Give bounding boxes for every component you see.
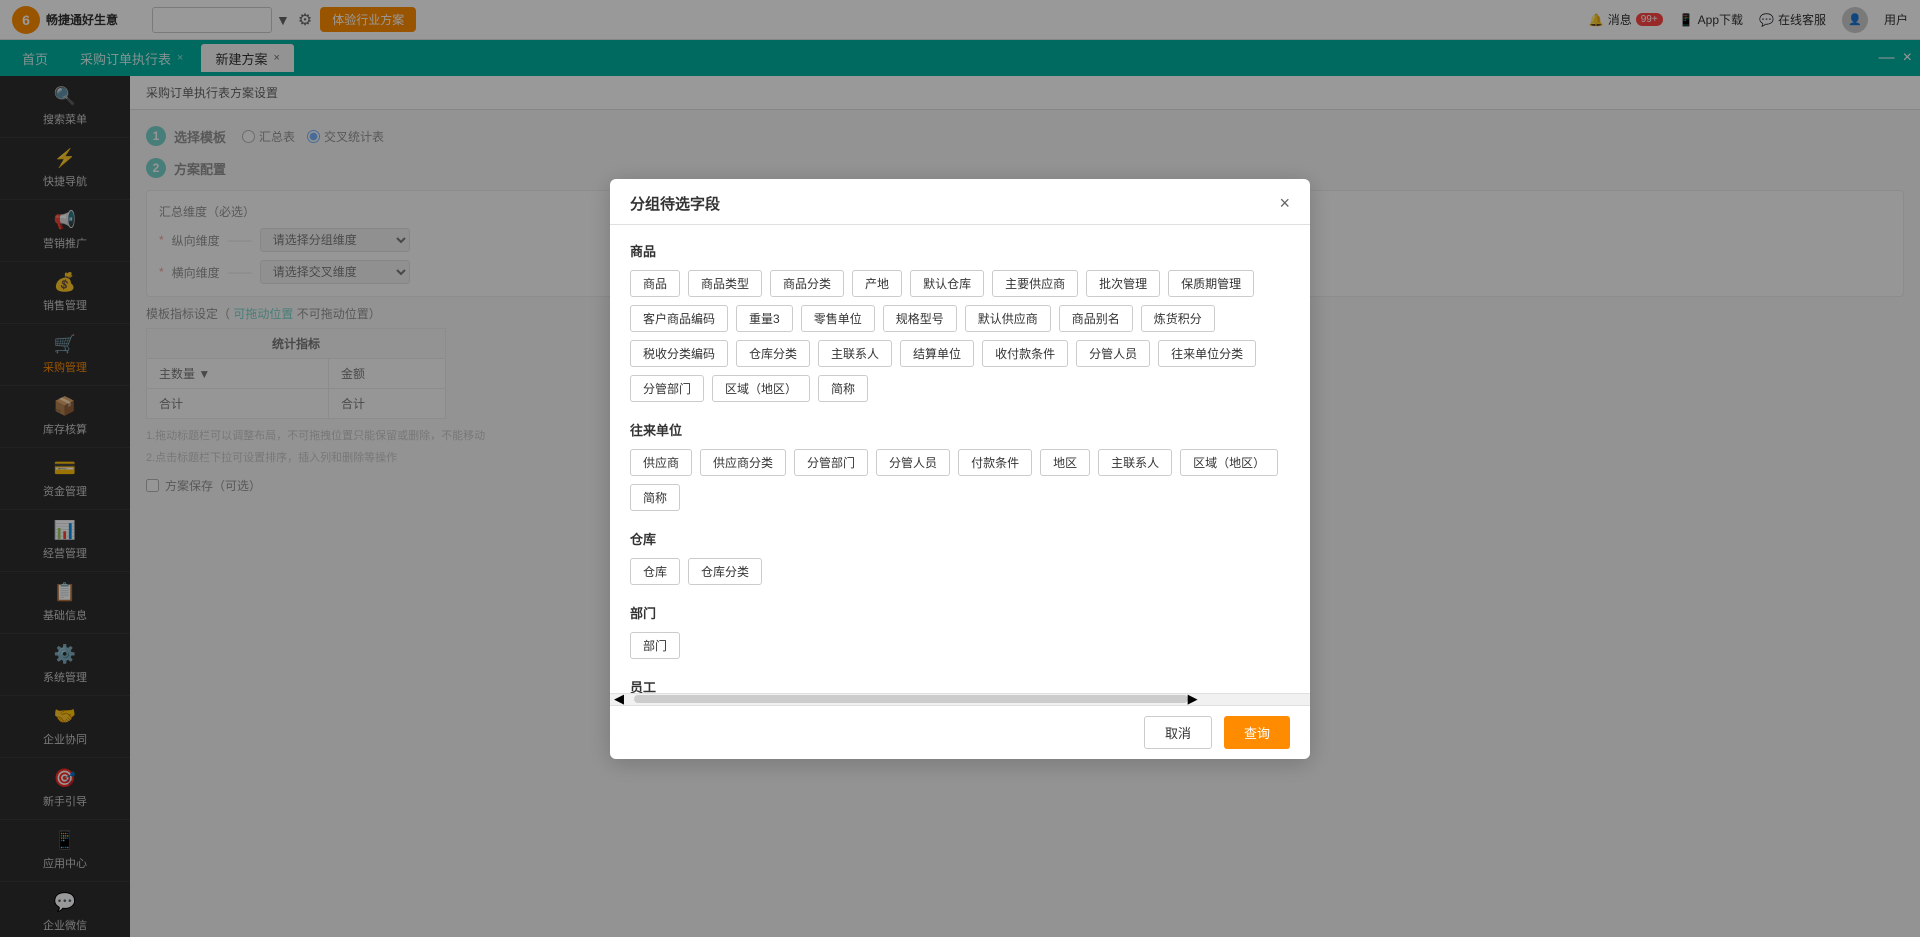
field-tag-area[interactable]: 地区 [1040,449,1090,476]
section-department: 部门 部门 [630,603,1290,659]
field-tag-default-supplier[interactable]: 默认供应商 [965,305,1051,332]
section-warehouse: 仓库 仓库 仓库分类 [630,529,1290,585]
modal-body[interactable]: 商品 商品 商品类型 商品分类 产地 默认仓库 主要供应商 批次管理 保质期管理… [610,225,1310,693]
field-tag-warehouse[interactable]: 仓库 [630,558,680,585]
field-tag-main-supplier[interactable]: 主要供应商 [992,270,1078,297]
field-tag-manage-person[interactable]: 分管人员 [876,449,950,476]
field-tag-shelf-life[interactable]: 保质期管理 [1168,270,1254,297]
field-tag-supplier-cat[interactable]: 供应商分类 [700,449,786,476]
field-tag-warehouse-category[interactable]: 仓库分类 [688,558,762,585]
cancel-button[interactable]: 取消 [1144,716,1212,749]
field-tag-supervisor[interactable]: 分管人员 [1076,340,1150,367]
field-tag-refine-points[interactable]: 炼货积分 [1141,305,1215,332]
section-warehouse-title: 仓库 [630,529,1290,548]
field-tag-retail-unit[interactable]: 零售单位 [801,305,875,332]
hscroll-thumb[interactable] [634,695,1188,703]
field-tag-goods-alias[interactable]: 商品别名 [1059,305,1133,332]
section-goods: 商品 商品 商品类型 商品分类 产地 默认仓库 主要供应商 批次管理 保质期管理… [630,241,1290,402]
confirm-button[interactable]: 查询 [1224,716,1290,749]
section-partners: 往来单位 供应商 供应商分类 分管部门 分管人员 付款条件 地区 主联系人 区域… [630,420,1290,511]
field-tag-customer-code[interactable]: 客户商品编码 [630,305,728,332]
field-tag-goods-category[interactable]: 商品分类 [770,270,844,297]
modal-hscrollbar[interactable]: ◀ ▶ [610,693,1310,705]
field-tag-manage-dept[interactable]: 分管部门 [794,449,868,476]
modal-dialog: 分组待选字段 × 商品 商品 商品类型 商品分类 产地 默认仓库 主要供应商 批… [610,179,1310,759]
field-tag-dept[interactable]: 分管部门 [630,375,704,402]
modal-title: 分组待选字段 [630,193,720,214]
field-tag-weight3[interactable]: 重量3 [736,305,793,332]
field-tag-warehouse-cat[interactable]: 仓库分类 [736,340,810,367]
field-tag-partner-cat[interactable]: 往来单位分类 [1158,340,1256,367]
field-tag-spec-model[interactable]: 规格型号 [883,305,957,332]
field-tag-department[interactable]: 部门 [630,632,680,659]
field-tag-payment-terms[interactable]: 收付款条件 [982,340,1068,367]
section-partners-tags: 供应商 供应商分类 分管部门 分管人员 付款条件 地区 主联系人 区域（地区） … [630,449,1290,511]
field-tag-origin[interactable]: 产地 [852,270,902,297]
field-tag-default-warehouse[interactable]: 默认仓库 [910,270,984,297]
field-tag-main-contact[interactable]: 主联系人 [818,340,892,367]
modal-close-button[interactable]: × [1279,193,1290,214]
modal-overlay: 分组待选字段 × 商品 商品 商品类型 商品分类 产地 默认仓库 主要供应商 批… [0,0,1920,937]
field-tag-batch-mgmt[interactable]: 批次管理 [1086,270,1160,297]
section-goods-tags: 商品 商品类型 商品分类 产地 默认仓库 主要供应商 批次管理 保质期管理 客户… [630,270,1290,402]
field-tag-supplier[interactable]: 供应商 [630,449,692,476]
field-tag-short-name2[interactable]: 简称 [630,484,680,511]
field-tag-region[interactable]: 区域（地区） [712,375,810,402]
field-tag-short-name[interactable]: 简称 [818,375,868,402]
section-warehouse-tags: 仓库 仓库分类 [630,558,1290,585]
field-tag-pay-terms[interactable]: 付款条件 [958,449,1032,476]
field-tag-main-contact2[interactable]: 主联系人 [1098,449,1172,476]
modal-header: 分组待选字段 × [610,179,1310,225]
field-tag-goods-type[interactable]: 商品类型 [688,270,762,297]
field-tag-goods[interactable]: 商品 [630,270,680,297]
section-department-tags: 部门 [630,632,1290,659]
modal-footer: 取消 查询 [610,705,1310,759]
field-tag-settlement-unit[interactable]: 结算单位 [900,340,974,367]
field-tag-region2[interactable]: 区域（地区） [1180,449,1278,476]
field-tag-tax-code[interactable]: 税收分类编码 [630,340,728,367]
section-partners-title: 往来单位 [630,420,1290,439]
section-goods-title: 商品 [630,241,1290,260]
section-department-title: 部门 [630,603,1290,622]
